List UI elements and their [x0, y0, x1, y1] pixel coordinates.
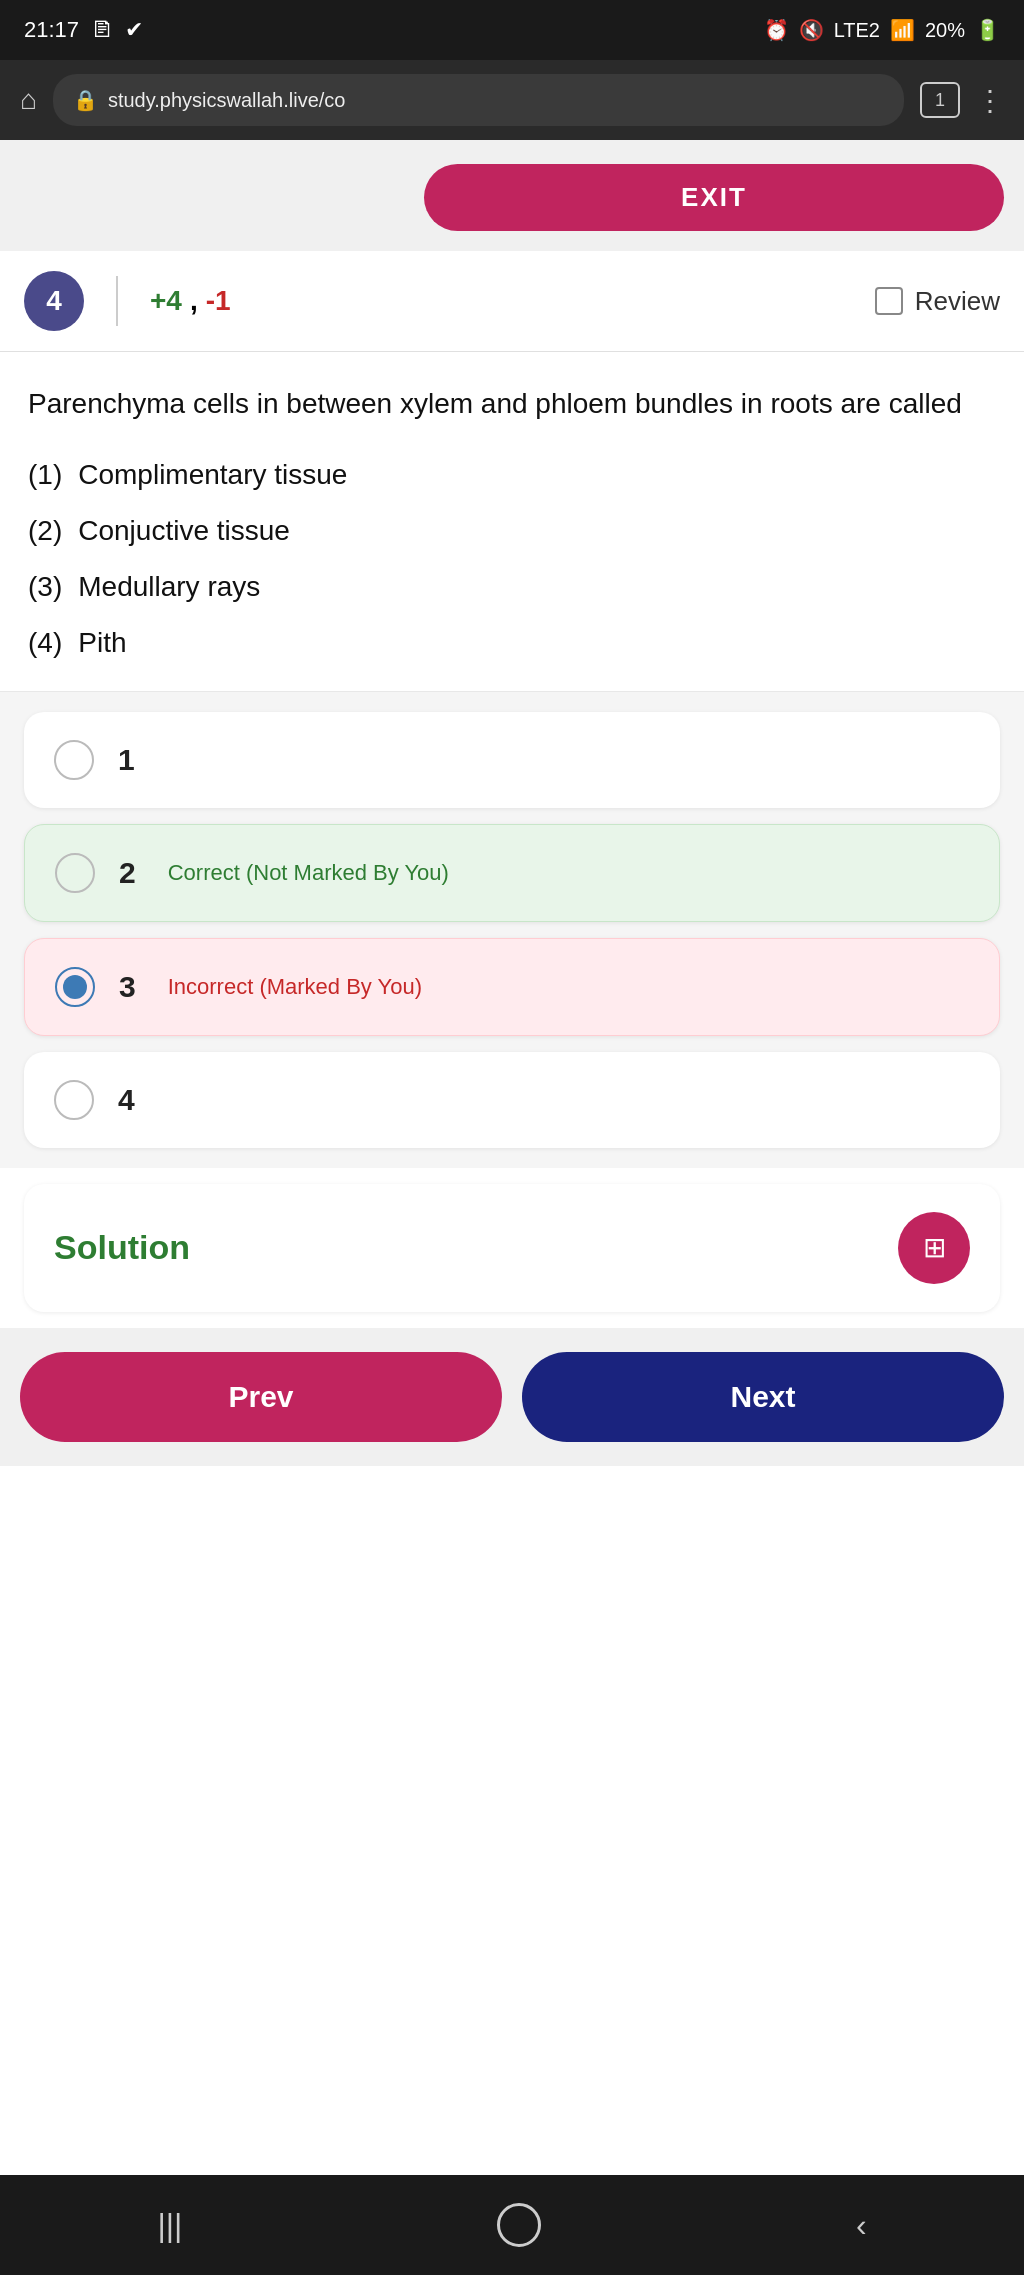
option-2-num: (2) [28, 503, 62, 559]
grid-fab-button[interactable]: ⊞ [898, 1212, 970, 1284]
choices-area: 1 2 Correct (Not Marked By You) 3 Incorr… [0, 692, 1024, 1168]
score-separator: , [190, 285, 198, 317]
network-text: LTE2 [834, 19, 880, 42]
lock-icon: 🔒 [73, 88, 98, 112]
grid-icon: ⊞ [923, 1231, 946, 1264]
review-label: Review [915, 286, 1000, 317]
battery-text: 20% [925, 19, 965, 42]
prev-button[interactable]: Prev [20, 1352, 502, 1442]
option-1: (1) Complimentary tissue [28, 447, 996, 503]
header-divider [116, 276, 118, 326]
option-1-num: (1) [28, 447, 62, 503]
choice-3-label: 3 [119, 970, 136, 1004]
signal-icon: 📶 [890, 18, 915, 42]
tab-count-button[interactable]: 1 [920, 82, 960, 118]
question-text: Parenchyma cells in between xylem and ph… [28, 382, 996, 427]
url-bar[interactable]: 🔒 study.physicswallah.live/co [53, 74, 904, 126]
home-circle-icon [497, 2203, 541, 2247]
browser-home-button[interactable]: ⌂ [20, 84, 37, 116]
solution-label: Solution [54, 1228, 190, 1267]
option-2-text: Conjuctive tissue [78, 503, 290, 559]
choice-1[interactable]: 1 [24, 712, 1000, 808]
alarm-icon: ⏰ [764, 18, 789, 42]
choice-4-label: 4 [118, 1083, 135, 1117]
choice-3-radio-fill [63, 975, 87, 999]
option-3-text: Medullary rays [78, 559, 260, 615]
question-header: 4 +4 , -1 Review [0, 251, 1024, 352]
choice-1-label: 1 [118, 743, 135, 777]
answer-options: (1) Complimentary tissue (2) Conjuctive … [28, 447, 996, 671]
url-text: study.physicswallah.live/co [108, 89, 346, 112]
option-4-text: Pith [78, 615, 126, 671]
browser-bar: ⌂ 🔒 study.physicswallah.live/co 1 ⋮ [0, 60, 1024, 140]
option-4-num: (4) [28, 615, 62, 671]
option-3-num: (3) [28, 559, 62, 615]
choice-2-status: Correct (Not Marked By You) [168, 860, 449, 886]
browser-menu-button[interactable]: ⋮ [976, 84, 1004, 117]
choice-3-radio [55, 967, 95, 1007]
choice-3[interactable]: 3 Incorrect (Marked By You) [24, 938, 1000, 1036]
score-minus: -1 [206, 285, 231, 317]
nav-home-button[interactable] [467, 2193, 571, 2257]
status-icon-check: ✔ [125, 17, 143, 43]
question-score: +4 , -1 [150, 285, 851, 317]
review-checkbox[interactable] [875, 287, 903, 315]
nav-forward-button[interactable]: ‹ [826, 2197, 897, 2254]
mute-icon: 🔇 [799, 18, 824, 42]
nav-buttons: Prev Next [0, 1328, 1024, 1466]
solution-area[interactable]: Solution ⊞ [24, 1184, 1000, 1312]
choice-4-radio [54, 1080, 94, 1120]
next-button[interactable]: Next [522, 1352, 1004, 1442]
option-1-text: Complimentary tissue [78, 447, 347, 503]
option-2: (2) Conjuctive tissue [28, 503, 996, 559]
exit-area: EXIT [0, 140, 1024, 251]
choice-2-label: 2 [119, 856, 136, 890]
status-bar: 21:17 🖹 ✔ ⏰ 🔇 LTE2 📶 20% 🔋 [0, 0, 1024, 60]
option-4: (4) Pith [28, 615, 996, 671]
option-3: (3) Medullary rays [28, 559, 996, 615]
question-body: Parenchyma cells in between xylem and ph… [0, 352, 1024, 692]
choice-2-radio [55, 853, 95, 893]
nav-back-button[interactable]: ||| [127, 2197, 212, 2254]
exit-button[interactable]: EXIT [424, 164, 1004, 231]
question-number-badge: 4 [24, 271, 84, 331]
status-icon-doc: 🖹 [91, 17, 113, 43]
status-time: 21:17 [24, 17, 79, 43]
choice-3-status: Incorrect (Marked By You) [168, 974, 422, 1000]
score-plus: +4 [150, 285, 182, 317]
menu-icon: ||| [157, 2207, 182, 2244]
review-area: Review [875, 286, 1000, 317]
main-content: EXIT 4 +4 , -1 Review Parenchyma cells i… [0, 140, 1024, 2175]
bottom-nav: ||| ‹ [0, 2175, 1024, 2275]
battery-icon: 🔋 [975, 18, 1000, 42]
back-icon: ‹ [856, 2207, 867, 2244]
choice-4[interactable]: 4 [24, 1052, 1000, 1148]
choice-2[interactable]: 2 Correct (Not Marked By You) [24, 824, 1000, 922]
choice-1-radio [54, 740, 94, 780]
